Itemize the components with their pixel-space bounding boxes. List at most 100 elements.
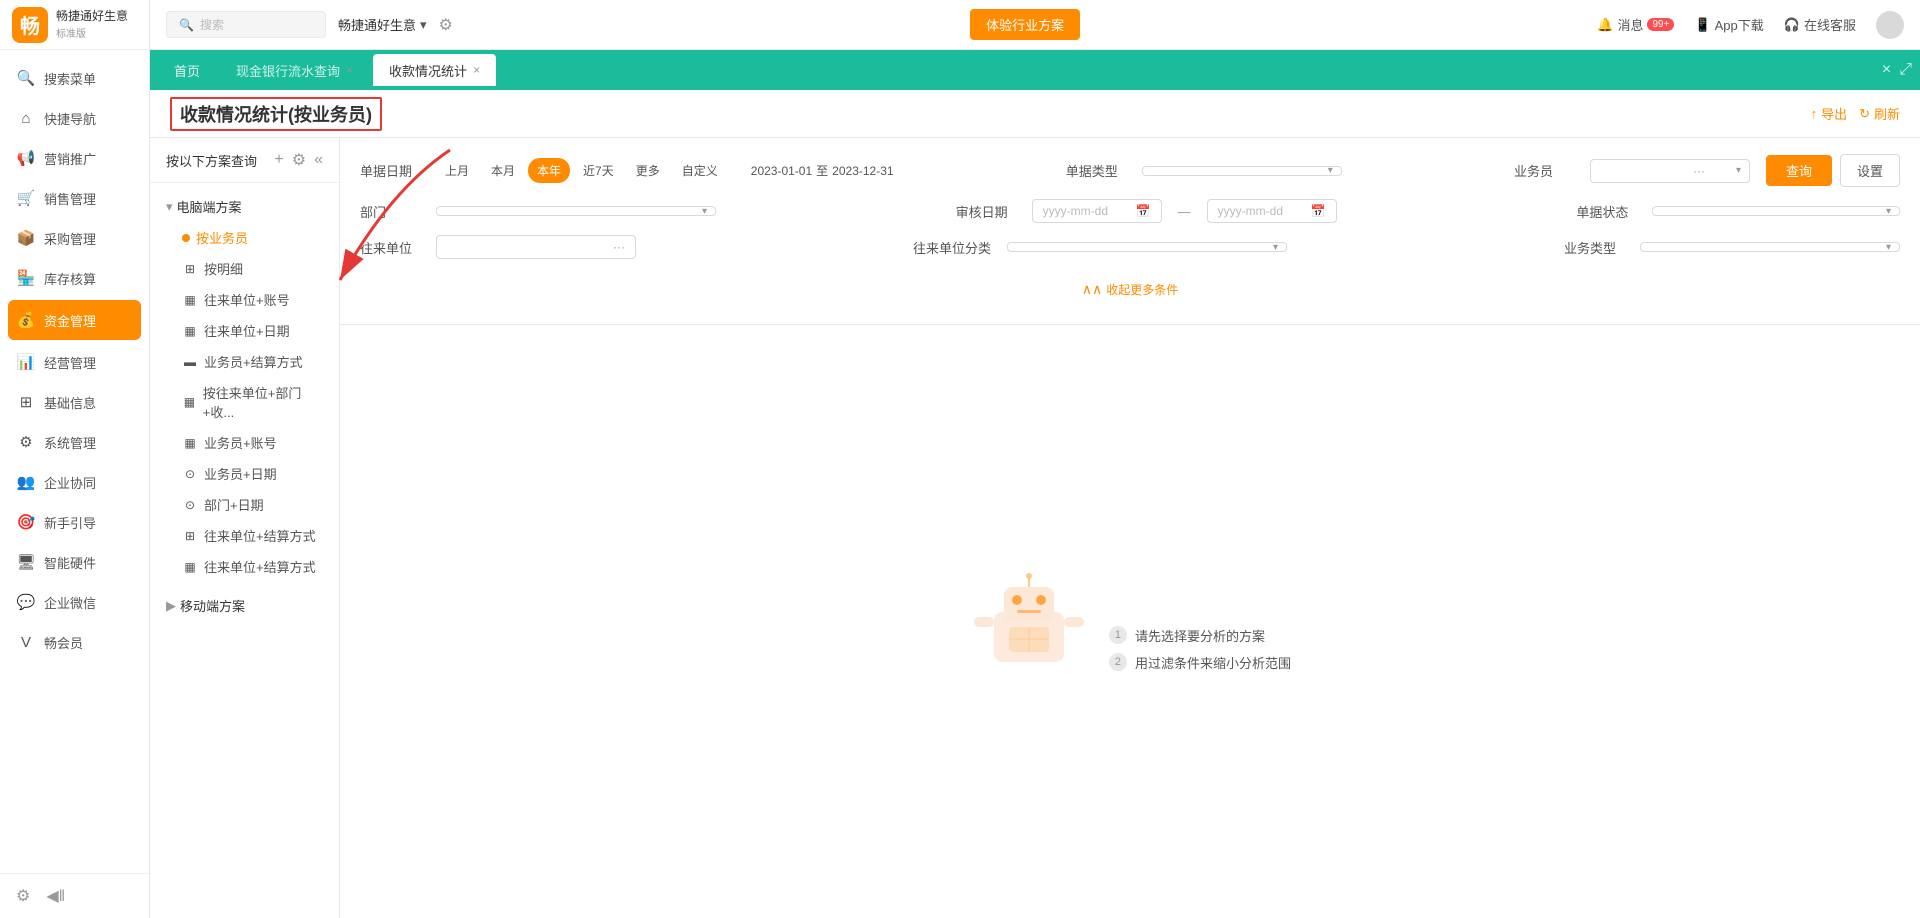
tree-item-dept-date[interactable]: ⊙ 部门+日期 [150, 489, 339, 520]
counterparty-type-select[interactable]: ▾ [1007, 242, 1287, 252]
empty-state-content: 1 请先选择要分析的方案 2 用过滤条件来缩小分析范围 [969, 572, 1291, 672]
sidebar-collapse-btn[interactable]: ◀‖ [46, 886, 65, 906]
biz-type-chevron: ▾ [1886, 242, 1891, 253]
table-icon-4: ▦ [182, 435, 198, 451]
step-num-2: 2 [1109, 653, 1127, 671]
hardware-icon: 🖥 [16, 552, 36, 572]
date-tab-thisyear[interactable]: 本年 [528, 158, 570, 183]
megaphone-icon: 📢 [16, 148, 36, 168]
tree-item-salesman-account[interactable]: ▦ 业务员+账号 [150, 427, 339, 458]
trial-btn[interactable]: 体验行业方案 [970, 9, 1080, 40]
sidebar-item-purchase[interactable]: 📦 采购管理 [0, 218, 149, 258]
tab-close-window-btn[interactable]: × [1882, 61, 1891, 79]
bill-type-select[interactable]: ▾ [1142, 166, 1342, 176]
settings-btn[interactable]: 设置 [1840, 154, 1900, 187]
date-tab-lastmonth[interactable]: 上月 [436, 158, 478, 183]
tree-item-unit-date[interactable]: ▦ 往来单位+日期 [150, 315, 339, 346]
biz-type-select[interactable]: ▾ [1640, 242, 1900, 252]
collapse-conditions-btn[interactable]: ∧∧ 收起更多条件 [360, 271, 1900, 308]
money-icon: 💰 [16, 310, 36, 330]
left-panel-header: 按以下方案查询 + ⚙ « [150, 138, 339, 183]
tab-bank-flow[interactable]: 现金银行流水查询 × [220, 54, 369, 86]
dept-select[interactable]: ▾ [436, 206, 716, 216]
topbar-app-name: 畅捷通好生意 [338, 15, 416, 34]
tree-item-by-salesman[interactable]: 按业务员 [150, 222, 339, 253]
sidebar-item-sales[interactable]: 🛒 销售管理 [0, 178, 149, 218]
sidebar-settings-btn[interactable]: ⚙ [16, 886, 30, 906]
sidebar-item-wechat[interactable]: 💬 企业微信 [0, 582, 149, 622]
online-service-btn[interactable]: 🎧 在线客服 [1784, 15, 1856, 34]
add-scheme-btn[interactable]: + [274, 151, 283, 169]
bill-status-select[interactable]: ▾ [1652, 206, 1900, 216]
tree-item-unit-dept-collect[interactable]: ▦ 按往来单位+部门+收... [150, 377, 339, 427]
content-area: 按以下方案查询 + ⚙ « ▾ 电脑端方案 按业务员 [150, 138, 1920, 918]
calendar-icon-from[interactable]: 📅 [1136, 204, 1151, 218]
empty-step-1: 1 请先选择要分析的方案 [1109, 626, 1291, 645]
date-tab-more[interactable]: 更多 [627, 158, 669, 183]
tree-item-salesman-date[interactable]: ⊙ 业务员+日期 [150, 458, 339, 489]
download-icon: 📱 [1694, 17, 1710, 33]
topbar-gear-icon[interactable]: ⚙ [439, 15, 453, 35]
tab-bank-flow-close[interactable]: × [346, 63, 353, 77]
tree-item-unit-account[interactable]: ▦ 往来单位+账号 [150, 284, 339, 315]
review-date-from-input[interactable]: yyyy-mm-dd 📅 [1032, 199, 1162, 223]
page-header: 收款情况统计(按业务员) ↑ 导出 ↻ 刷新 [150, 90, 1920, 138]
sidebar-item-basic-info[interactable]: ⊞ 基础信息 [0, 382, 149, 422]
sidebar-item-finance[interactable]: 💰 资金管理 [8, 300, 141, 340]
topbar-center: 体验行业方案 [970, 9, 1080, 40]
date-tab-thismonth[interactable]: 本月 [482, 158, 524, 183]
date-range-sep: 至 [816, 162, 828, 179]
sidebar-item-member[interactable]: V 畅会员 [0, 622, 149, 662]
sidebar-item-system[interactable]: ⚙ 系统管理 [0, 422, 149, 462]
sidebar-item-marketing[interactable]: 📢 营销推广 [0, 138, 149, 178]
tree-item-unit-settle-1[interactable]: ⊞ 往来单位+结算方式 [150, 520, 339, 551]
scheme-settings-btn[interactable]: ⚙ [292, 150, 306, 170]
topbar: 🔍 搜索 畅捷通好生意 ▾ ⚙ 体验行业方案 🔔 消息 99+ 📱 App下载 [150, 0, 1920, 50]
salesman-more-icon[interactable]: ··· [1693, 164, 1705, 178]
topbar-app-dropdown[interactable]: 畅捷通好生意 ▾ [338, 15, 427, 34]
counterparty-more-btn[interactable]: ··· [613, 240, 625, 254]
table-icon-3: ▦ [182, 394, 197, 410]
robot-svg [969, 572, 1089, 672]
tree-mobile-section[interactable]: ▶ 移动端方案 [150, 590, 339, 621]
sidebar-item-collab[interactable]: 👥 企业协同 [0, 462, 149, 502]
sidebar-item-guide[interactable]: 🎯 新手引导 [0, 502, 149, 542]
salesman-select[interactable]: ··· ▾ [1590, 159, 1750, 183]
tree-item-unit-settle-2[interactable]: ▦ 往来单位+结算方式 [150, 551, 339, 582]
sidebar-navigation: 🔍 搜索菜单 ⌂ 快捷导航 📢 营销推广 🛒 销售管理 📦 采购管理 🏪 库存核… [0, 50, 149, 873]
messages-btn[interactable]: 🔔 消息 99+ [1597, 15, 1674, 34]
panel-collapse-btn[interactable]: « [314, 151, 323, 169]
calendar-icon-to[interactable]: 📅 [1311, 204, 1326, 218]
grid-icon-2: ⊞ [182, 528, 198, 544]
sidebar-item-inventory[interactable]: 🏪 库存核算 [0, 258, 149, 298]
date-tab-custom[interactable]: 自定义 [673, 158, 727, 183]
app-download-btn[interactable]: 📱 App下载 [1694, 15, 1763, 34]
user-avatar[interactable] [1876, 11, 1904, 39]
counterparty-input[interactable]: ··· [436, 235, 636, 259]
sidebar-item-management[interactable]: 📊 经营管理 [0, 342, 149, 382]
tab-collection-stats[interactable]: 收款情况统计 × [373, 54, 496, 86]
tree-item-detail[interactable]: ⊞ 按明细 [150, 253, 339, 284]
tree-item-salesman-settle[interactable]: ▬ 业务员+结算方式 [150, 346, 339, 377]
sidebar-item-quicknav[interactable]: ⌂ 快捷导航 [0, 98, 149, 138]
date-tab-7days[interactable]: 近7天 [574, 158, 623, 183]
salesman-label: 业务员 [1514, 161, 1574, 180]
sidebar-item-hardware[interactable]: 🖥 智能硬件 [0, 542, 149, 582]
tab-collection-stats-close[interactable]: × [473, 63, 480, 77]
topbar-search[interactable]: 🔍 搜索 [166, 11, 326, 38]
export-btn[interactable]: ↑ 导出 [1811, 104, 1848, 123]
page-title: 收款情况统计(按业务员) [170, 97, 382, 131]
sidebar-item-search[interactable]: 🔍 搜索菜单 [0, 58, 149, 98]
tab-home[interactable]: 首页 [158, 54, 216, 86]
empty-illustration: 1 请先选择要分析的方案 2 用过滤条件来缩小分析范围 [969, 572, 1291, 672]
query-btn[interactable]: 查询 [1766, 155, 1832, 186]
right-main-panel: 单据日期 上月 本月 本年 近7天 更多 自定义 2023-01-01 至 20… [340, 138, 1920, 918]
settings-icon: ⚙ [16, 432, 36, 452]
refresh-btn[interactable]: ↻ 刷新 [1859, 104, 1900, 123]
biz-type-label: 业务类型 [1564, 238, 1624, 257]
empty-step-2: 2 用过滤条件来缩小分析范围 [1109, 653, 1291, 672]
tab-maximize-btn[interactable]: ⤢ [1899, 61, 1912, 79]
tree-pc-section[interactable]: ▾ 电脑端方案 [150, 191, 339, 222]
review-date-to-input[interactable]: yyyy-mm-dd 📅 [1207, 199, 1337, 223]
counterparty-type-label: 往来单位分类 [913, 238, 991, 257]
